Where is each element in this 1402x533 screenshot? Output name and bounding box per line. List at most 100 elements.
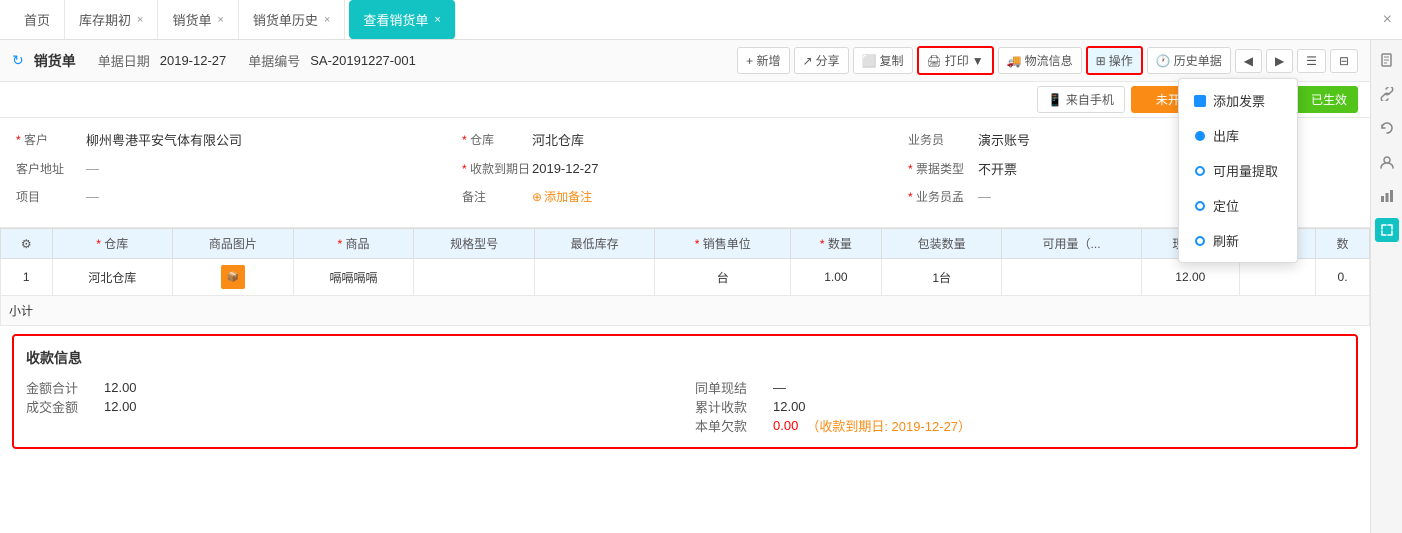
row-price — [1239, 259, 1315, 296]
tab-sales-close[interactable]: × — [217, 14, 223, 26]
truck-icon: 🚚 — [1007, 54, 1022, 68]
dropdown-available-qty[interactable]: 可用量提取 — [1179, 153, 1297, 188]
available-qty-icon — [1193, 164, 1207, 178]
cumulative-label: 累计收款 — [695, 397, 765, 416]
due-row: 本单欠款 0.00 （收款到期日: 2019-12-27） — [695, 416, 1344, 435]
project-field: 项目 — — [16, 188, 462, 205]
dropdown-add-invoice[interactable]: 添加发票 — [1179, 83, 1297, 118]
not-open-dot — [1142, 96, 1150, 104]
invoice-label: 票据类型 — [908, 160, 978, 177]
add-invoice-icon — [1193, 94, 1207, 108]
row-available — [1002, 259, 1141, 296]
product-image: 📦 — [221, 265, 245, 289]
row-amount: 0. — [1316, 259, 1370, 296]
staff-value: 演示账号 — [978, 130, 1030, 149]
row-unit: 台 — [655, 259, 790, 296]
print-dropdown-arrow: ▼ — [972, 54, 984, 68]
th-min-stock: 最低库存 — [534, 229, 655, 259]
same-order-value: — — [773, 380, 786, 395]
th-product: 商品 — [293, 229, 414, 259]
form-area: 客户 柳州粤港平安气体有限公司 仓库 河北仓库 业务员 演示账号 客户地址 — — [0, 118, 1370, 228]
address-label: 客户地址 — [16, 160, 86, 177]
list-view-button[interactable]: ☰ — [1297, 49, 1326, 73]
grid-icon: ⊞ — [1096, 54, 1106, 68]
add-note-button[interactable]: ⊕ 添加备注 — [532, 188, 592, 205]
tab-bar: 首页 库存期初 × 销货单 × 销货单历史 × 查看销货单 × × — [0, 0, 1402, 40]
th-qty: 数量 — [790, 229, 881, 259]
due-note: （收款到期日: 2019-12-27） — [806, 416, 971, 435]
logistics-button[interactable]: 🚚 物流信息 — [998, 47, 1082, 74]
note-field: 备注 ⊕ 添加备注 — [462, 188, 908, 205]
project-value: — — [86, 189, 99, 204]
tab-view-sales[interactable]: 查看销货单 × — [349, 0, 455, 39]
copy-icon: ⬜ — [862, 54, 877, 68]
grid-view-button[interactable]: ⊟ — [1330, 49, 1358, 73]
payment-col-left: 金额合计 12.00 成交金额 12.00 — [26, 378, 675, 435]
new-button[interactable]: + 新增 — [737, 47, 789, 74]
next-button[interactable]: ▶ — [1266, 49, 1293, 73]
share-button[interactable]: ↗ 分享 — [794, 47, 849, 74]
mobile-icon: 📱 — [1048, 93, 1063, 107]
due-value: 0.00 — [773, 418, 798, 433]
date-value: 2019-12-27 — [160, 53, 227, 68]
tab-home[interactable]: 首页 — [10, 0, 65, 39]
row-spec — [414, 259, 535, 296]
refresh-icon — [1193, 234, 1207, 248]
deal-amount-row: 成交金额 12.00 — [26, 397, 675, 416]
th-gear: ⚙ — [1, 229, 53, 259]
sidebar-icon-user[interactable] — [1375, 150, 1399, 174]
plus-icon: ⊕ — [532, 190, 542, 204]
history-button[interactable]: 🕐 历史单据 — [1147, 47, 1231, 74]
customer-field: 客户 柳州粤港平安气体有限公司 — [16, 130, 462, 149]
th-amount: 数 — [1316, 229, 1370, 259]
row-warehouse: 河北仓库 — [52, 259, 173, 296]
warehouse-field: 仓库 河北仓库 — [462, 130, 908, 149]
sidebar-icon-link[interactable] — [1375, 82, 1399, 106]
effective-dot — [1297, 96, 1305, 104]
operations-button[interactable]: ⊞ 操作 — [1086, 46, 1143, 75]
tab-inventory-close[interactable]: × — [137, 14, 143, 26]
payment-date-label: 收款到期日 — [462, 160, 532, 177]
th-spec: 规格型号 — [414, 229, 535, 259]
tab-inventory[interactable]: 库存期初 × — [65, 0, 158, 39]
amount-label: 金额合计 — [26, 378, 96, 397]
row-product-img: 📦 — [173, 259, 294, 296]
doc-icon: ↻ — [12, 52, 24, 69]
prev-button[interactable]: ◀ — [1235, 49, 1262, 73]
tab-sales-history[interactable]: 销货单历史 × — [239, 0, 345, 39]
copy-button[interactable]: ⬜ 复制 — [853, 47, 913, 74]
dropdown-locate[interactable]: 定位 — [1179, 188, 1297, 223]
window-close[interactable]: × — [1383, 11, 1392, 29]
toolbar-right: + 新增 ↗ 分享 ⬜ 复制 🖨 打印 ▼ 🚚 物流信息 — [737, 46, 1358, 75]
warehouse-label: 仓库 — [462, 131, 532, 148]
sidebar-icon-chart[interactable] — [1375, 184, 1399, 208]
address-value: — — [86, 161, 99, 176]
note-label: 备注 — [462, 188, 532, 205]
amount-value: 12.00 — [104, 380, 137, 395]
tab-view-sales-close[interactable]: × — [434, 14, 440, 26]
table-row: 1 河北仓库 📦 嗝嗝嗝嗝 台 1.00 1台 — [1, 259, 1370, 296]
locate-icon — [1193, 199, 1207, 213]
same-order-row: 同单现结 — — [695, 378, 1344, 397]
tab-sales[interactable]: 销货单 × — [158, 0, 238, 39]
from-mobile-button[interactable]: 📱 来自手机 — [1037, 86, 1125, 113]
payment-section: 收款信息 金额合计 12.00 成交金额 12.00 同单现结 — — [12, 334, 1358, 449]
sidebar-icon-return[interactable] — [1375, 116, 1399, 140]
outbound-icon — [1193, 129, 1207, 143]
sidebar-icon-doc[interactable] — [1375, 48, 1399, 72]
tab-sales-history-close[interactable]: × — [324, 14, 330, 26]
row-min-stock — [534, 259, 655, 296]
sidebar-icon-expand[interactable] — [1375, 218, 1399, 242]
no-label: 单据编号 — [248, 51, 300, 70]
sales-staff-label: 业务员孟 — [908, 188, 978, 205]
row-stock: 12.00 — [1141, 259, 1239, 296]
product-table: ⚙ 仓库 商品图片 商品 规格型号 最低库存 销售单位 数量 包装数量 可用量（… — [0, 228, 1370, 326]
dropdown-refresh[interactable]: 刷新 — [1179, 223, 1297, 258]
dropdown-outbound[interactable]: 出库 — [1179, 118, 1297, 153]
toolbar: ↻ 销货单 单据日期 2019-12-27 单据编号 SA-20191227-0… — [0, 40, 1370, 82]
subtotal-label: 小计 — [1, 296, 1370, 326]
th-warehouse: 仓库 — [52, 229, 173, 259]
row-pack-qty: 1台 — [881, 259, 1002, 296]
print-button[interactable]: 🖨 打印 ▼ — [917, 46, 994, 75]
staff-label: 业务员 — [908, 131, 978, 148]
